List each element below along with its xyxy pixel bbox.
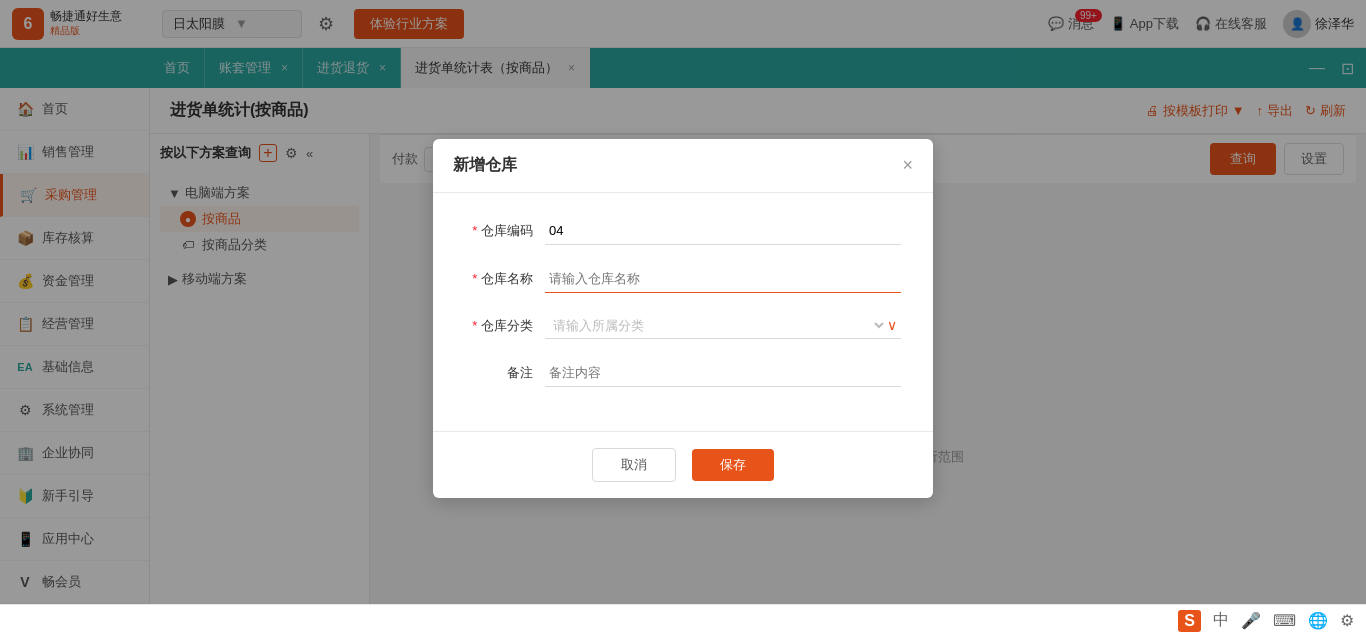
status-icon-cn[interactable]: S: [1178, 610, 1201, 632]
form-row-note: 备注: [465, 359, 901, 387]
status-icon-lang[interactable]: 🌐: [1308, 611, 1328, 630]
name-label: 仓库名称: [465, 270, 545, 288]
modal-footer: 取消 保存: [433, 431, 933, 498]
form-row-category: 仓库分类 请输入所属分类 ∨: [465, 313, 901, 339]
status-icon-keyboard[interactable]: ⌨: [1273, 611, 1296, 630]
status-icon-zhong[interactable]: 中: [1213, 610, 1229, 631]
modal-title: 新增仓库: [453, 155, 517, 176]
form-row-code: 仓库编码: [465, 217, 901, 245]
status-icon-settings[interactable]: ⚙: [1340, 611, 1354, 630]
name-input[interactable]: [545, 265, 901, 293]
modal-overlay[interactable]: 新增仓库 × 仓库编码 仓库名称 仓库分类 请输入所属分类 ∨: [0, 0, 1366, 636]
modal-close-button[interactable]: ×: [902, 156, 913, 174]
form-row-name: 仓库名称: [465, 265, 901, 293]
note-input[interactable]: [545, 359, 901, 387]
save-button[interactable]: 保存: [692, 449, 774, 481]
category-select[interactable]: 请输入所属分类: [549, 317, 887, 334]
code-input[interactable]: [545, 217, 901, 245]
note-label: 备注: [465, 364, 545, 382]
cancel-button[interactable]: 取消: [592, 448, 676, 482]
category-label: 仓库分类: [465, 317, 545, 335]
code-label: 仓库编码: [465, 222, 545, 240]
status-icon-mic[interactable]: 🎤: [1241, 611, 1261, 630]
modal-body: 仓库编码 仓库名称 仓库分类 请输入所属分类 ∨ 备注: [433, 193, 933, 431]
new-warehouse-modal: 新增仓库 × 仓库编码 仓库名称 仓库分类 请输入所属分类 ∨: [433, 139, 933, 498]
status-bar: S 中 🎤 ⌨ 🌐 ⚙: [0, 604, 1366, 636]
category-arrow-icon: ∨: [887, 317, 897, 333]
category-select-wrapper: 请输入所属分类 ∨: [545, 313, 901, 339]
modal-header: 新增仓库 ×: [433, 139, 933, 193]
